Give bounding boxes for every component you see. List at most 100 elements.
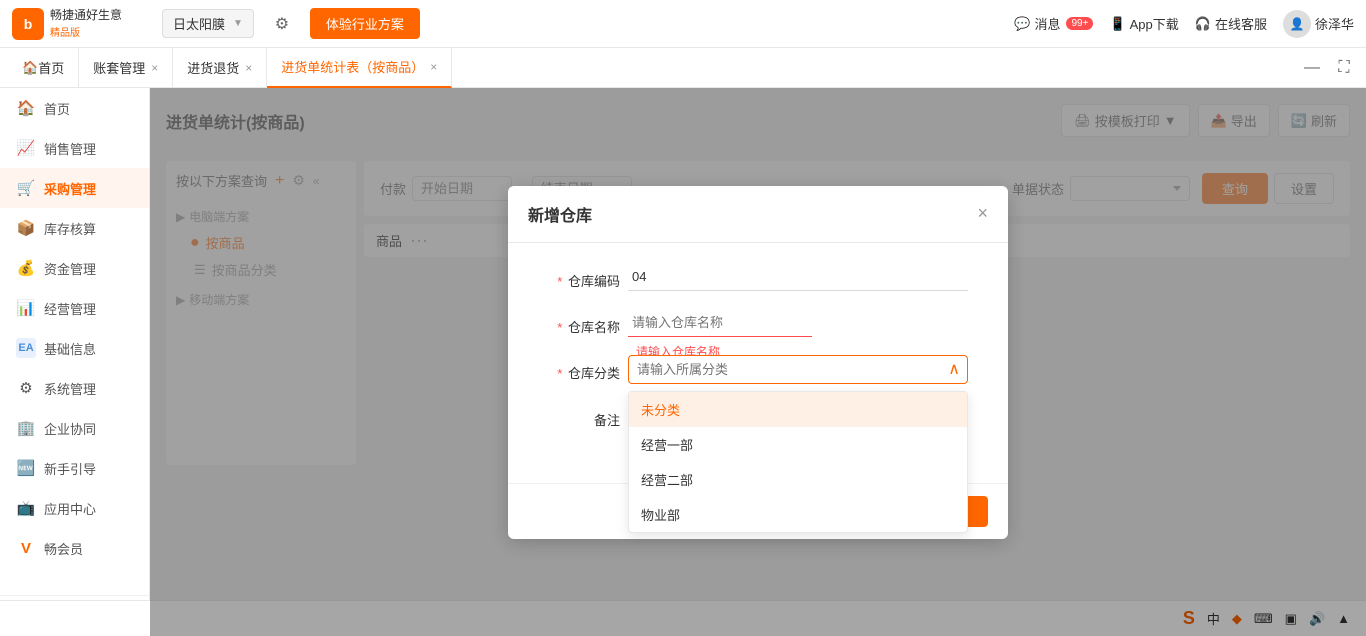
store-selector[interactable]: 日太阳膜 ▼ [162, 9, 254, 38]
sidebar-operation-label: 经营管理 [44, 299, 96, 318]
warehouse-code-input[interactable] [628, 263, 968, 291]
tab-purchase-stat[interactable]: 进货单统计表（按商品） × [267, 48, 452, 88]
guide-icon: 🆕 [16, 458, 36, 478]
app-download-label: App下载 [1130, 14, 1179, 33]
note-label: 备注 [548, 402, 628, 429]
header-right: 💬 消息 99+ 📱 App下载 🎧 在线客服 👤 徐泽华 [1014, 10, 1354, 38]
logo-text: 畅捷通好生意 [50, 8, 122, 24]
tab-accounts-close[interactable]: × [151, 61, 158, 75]
username-label: 徐泽华 [1315, 14, 1354, 33]
modal: 新增仓库 × * 仓库编码 [508, 186, 1008, 539]
sidebar-item-finance[interactable]: 💰 资金管理 [0, 248, 149, 288]
content-area: 进货单统计(按商品) 🖨 按模板打印 ▼ 📤 导出 🔄 刷新 [150, 88, 1366, 636]
sidebar-item-app-center[interactable]: 📺 应用中心 [0, 488, 149, 528]
modal-close-button[interactable]: × [977, 203, 988, 224]
sidebar-item-purchase[interactable]: 🛒 采购管理 [0, 168, 149, 208]
warehouse-category-input[interactable] [628, 355, 968, 384]
user-item[interactable]: 👤 徐泽华 [1283, 10, 1354, 38]
sidebar-base-info-label: 基础信息 [44, 339, 96, 358]
tab-expand-btn[interactable]: ⛶ [1330, 54, 1358, 82]
dropdown-item-3[interactable]: 物业部 [629, 497, 967, 532]
category-dropdown: 未分类 经营一部 经营二部 物业部 [628, 391, 968, 533]
message-icon: 💬 [1014, 16, 1030, 32]
avatar: 👤 [1283, 10, 1311, 38]
tab-right-btns: — ⛶ [1298, 54, 1366, 82]
sidebar-purchase-label: 采购管理 [44, 179, 96, 198]
sidebar-inventory-label: 库存核算 [44, 219, 96, 238]
sidebar-finance-label: 资金管理 [44, 259, 96, 278]
sidebar-item-operation[interactable]: 📊 经营管理 [0, 288, 149, 328]
warehouse-name-row: * 仓库名称 请输入仓库名称 [548, 309, 968, 337]
tab-purchase-stat-label: 进货单统计表（按商品） [281, 57, 424, 76]
sidebar-item-home[interactable]: 🏠 首页 [0, 88, 149, 128]
settings-icon[interactable]: ⚙ [266, 8, 298, 40]
modal-title: 新增仓库 [528, 202, 592, 226]
logo-icon: b [12, 8, 44, 40]
top-header: b 畅捷通好生意 精品版 日太阳膜 ▼ ⚙ 体验行业方案 💬 消息 99+ 📱 … [0, 0, 1366, 48]
sidebar-item-sales[interactable]: 📈 销售管理 [0, 128, 149, 168]
tab-bar: 🏠 首页 账套管理 × 进货退货 × 进货单统计表（按商品） × — ⛶ [0, 48, 1366, 88]
modal-body: * 仓库编码 * 仓库名称 [508, 243, 1008, 483]
sidebar-sales-label: 销售管理 [44, 139, 96, 158]
sidebar-item-member[interactable]: V 畅会员 [0, 528, 149, 568]
tab-home-label: 首页 [38, 58, 64, 77]
sidebar-item-system[interactable]: ⚙ 系统管理 [0, 368, 149, 408]
tab-purchase-stat-close[interactable]: × [430, 60, 437, 74]
system-icon: ⚙ [16, 378, 36, 398]
sidebar-member-label: 畅会员 [44, 539, 83, 558]
purchase-icon: 🛒 [16, 178, 36, 198]
tab-purchase-return-close[interactable]: × [245, 61, 252, 75]
warehouse-category-label: * 仓库分类 [548, 355, 628, 382]
warehouse-category-select-wrapper: ∧ 未分类 经营一部 经营二部 物业部 [628, 355, 968, 384]
sidebar-item-base-info[interactable]: EA 基础信息 [0, 328, 149, 368]
sidebar: 🏠 首页 📈 销售管理 🛒 采购管理 📦 库存核算 💰 资金管理 📊 经营管理 … [0, 88, 150, 636]
sidebar-home-label: 首页 [44, 99, 70, 118]
dropdown-item-0[interactable]: 未分类 [629, 392, 967, 427]
warehouse-name-input[interactable] [628, 309, 812, 337]
tab-home[interactable]: 🏠 首页 [8, 48, 79, 88]
warehouse-code-label: * 仓库编码 [548, 263, 628, 290]
enterprise-icon: 🏢 [16, 418, 36, 438]
dropdown-item-1[interactable]: 经营一部 [629, 427, 967, 462]
message-label: 消息 [1034, 14, 1060, 33]
sales-icon: 📈 [16, 138, 36, 158]
dropdown-item-2[interactable]: 经营二部 [629, 462, 967, 497]
online-service-item[interactable]: 🎧 在线客服 [1195, 14, 1267, 33]
store-name: 日太阳膜 [173, 14, 225, 33]
home-sidebar-icon: 🏠 [16, 98, 36, 118]
main-layout: 🏠 首页 📈 销售管理 🛒 采购管理 📦 库存核算 💰 资金管理 📊 经营管理 … [0, 88, 1366, 636]
modal-overlay[interactable]: 新增仓库 × * 仓库编码 [150, 88, 1366, 636]
sidebar-enterprise-label: 企业协同 [44, 419, 96, 438]
sidebar-app-center-label: 应用中心 [44, 499, 96, 518]
tab-purchase-return-label: 进货退货 [187, 58, 239, 77]
operation-icon: 📊 [16, 298, 36, 318]
store-dropdown-arrow: ▼ [233, 18, 243, 29]
tab-minimize-btn[interactable]: — [1298, 54, 1326, 82]
message-item[interactable]: 💬 消息 99+ [1014, 14, 1093, 33]
logo-badge: 精品版 [50, 24, 122, 39]
sidebar-item-inventory[interactable]: 📦 库存核算 [0, 208, 149, 248]
member-icon: V [16, 538, 36, 558]
tab-accounts[interactable]: 账套管理 × [79, 48, 173, 88]
message-badge: 99+ [1066, 17, 1093, 30]
app-download-item[interactable]: 📱 App下载 [1109, 14, 1178, 33]
tab-purchase-return[interactable]: 进货退货 × [173, 48, 267, 88]
home-icon: 🏠 [22, 60, 38, 76]
modal-header: 新增仓库 × [508, 186, 1008, 243]
logo-area: b 畅捷通好生意 精品版 [12, 8, 162, 40]
inventory-icon: 📦 [16, 218, 36, 238]
warehouse-code-row: * 仓库编码 [548, 263, 968, 291]
finance-icon: 💰 [16, 258, 36, 278]
warehouse-category-row: * 仓库分类 ∧ 未分类 经营一部 经营二部 物业部 [548, 355, 968, 384]
base-info-icon: EA [16, 338, 36, 358]
sidebar-item-guide[interactable]: 🆕 新手引导 [0, 448, 149, 488]
phone-icon: 📱 [1109, 16, 1125, 32]
headset-icon: 🎧 [1195, 16, 1211, 32]
online-service-label: 在线客服 [1215, 14, 1267, 33]
app-center-icon: 📺 [16, 498, 36, 518]
sidebar-guide-label: 新手引导 [44, 459, 96, 478]
tab-accounts-label: 账套管理 [93, 58, 145, 77]
sidebar-system-label: 系统管理 [44, 379, 96, 398]
sidebar-item-enterprise[interactable]: 🏢 企业协同 [0, 408, 149, 448]
trial-button[interactable]: 体验行业方案 [310, 8, 420, 39]
